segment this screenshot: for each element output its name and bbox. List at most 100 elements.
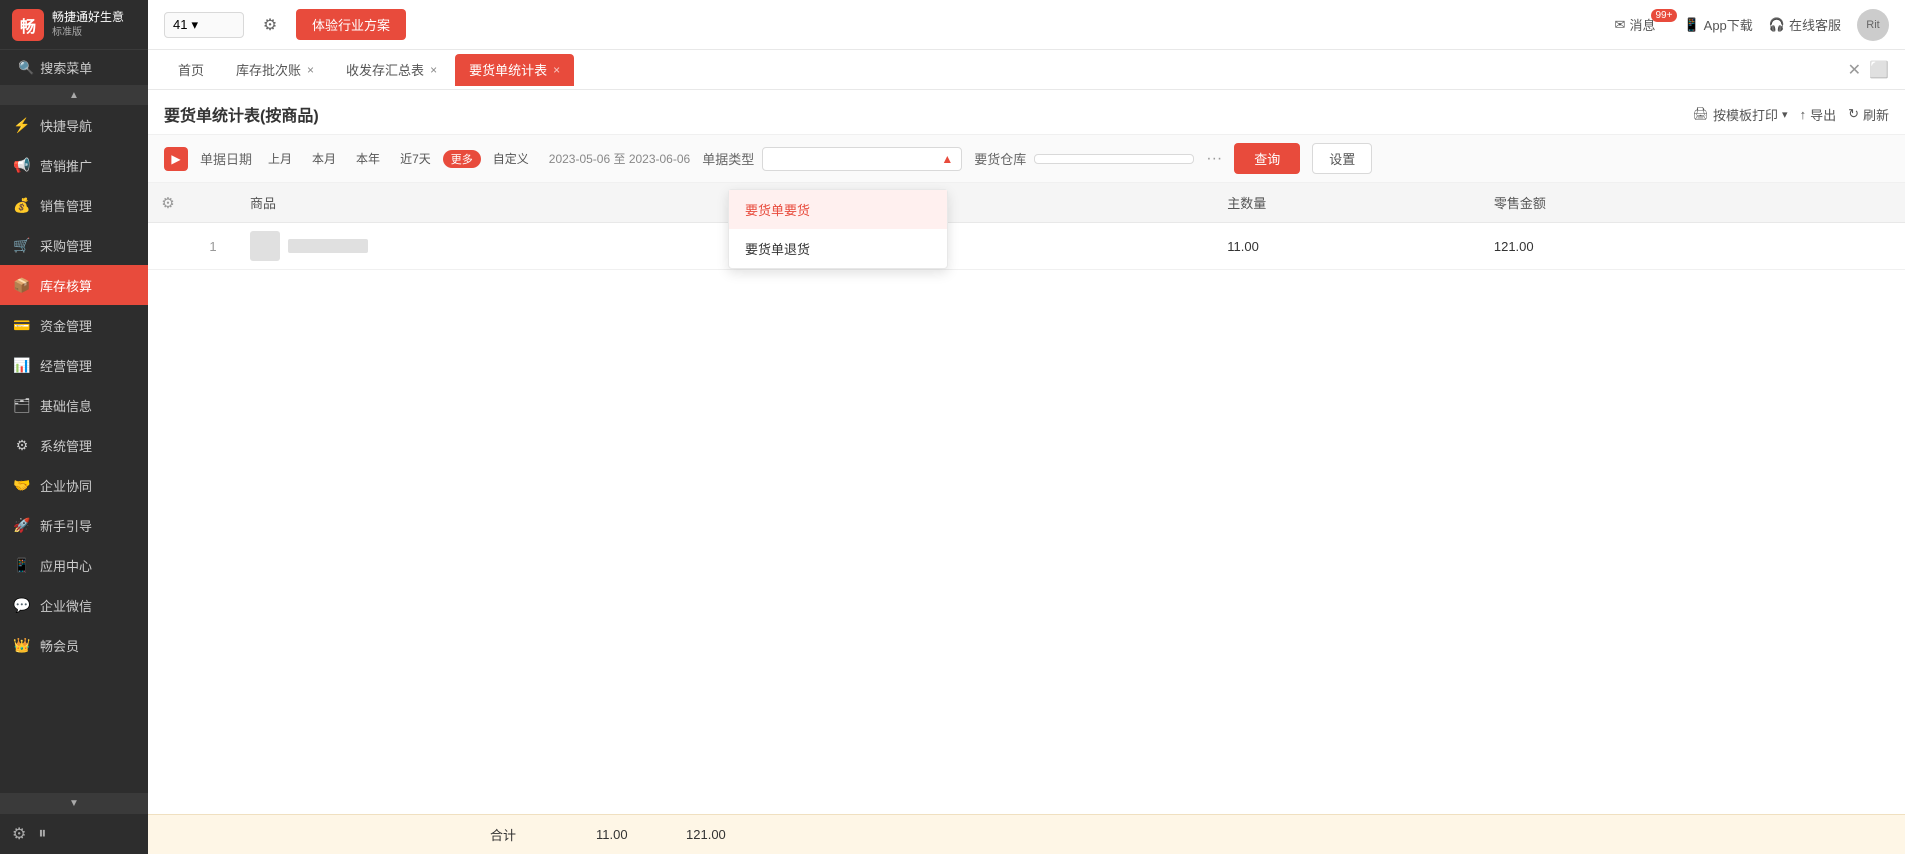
settings-btn[interactable]: 设置 [1312, 143, 1372, 174]
date-range-display: 2023-05-06 至 2023-06-06 [549, 150, 690, 167]
sidebar-item-sales[interactable]: 💰 销售管理 [0, 185, 148, 225]
collapse-icon[interactable]: ⏸ [38, 825, 46, 843]
tab-stock-batch[interactable]: 库存批次账 × [222, 54, 328, 86]
sidebar-item-enterprise[interactable]: 🤝 企业协同 [0, 465, 148, 505]
system-label: 系统管理 [40, 436, 92, 455]
table-col-settings[interactable]: ⚙ [148, 183, 188, 223]
industry-btn[interactable]: 体验行业方案 [296, 9, 406, 40]
marketing-icon: 📢 [12, 155, 32, 175]
type-filter-label: 单据类型 [702, 149, 754, 168]
total-label: 合计 [490, 825, 516, 844]
table-col-quantity: 主数量 [1215, 183, 1482, 223]
print-expand-icon[interactable]: ▾ [1782, 108, 1788, 121]
purchase-label: 采购管理 [40, 236, 92, 255]
app-download-label: App下载 [1704, 15, 1753, 34]
app-center-icon: 📱 [12, 555, 32, 575]
dropdown-item-order-return[interactable]: 要货单退货 [729, 229, 947, 268]
table-header-row: ⚙ 商品 主计量单位 主数量 零售金额 [148, 183, 1905, 223]
settings-footer-icon[interactable]: ⚙ [12, 824, 26, 844]
row-num: 1 [188, 223, 238, 270]
members-icon: 👑 [12, 635, 32, 655]
print-icon: 🖨 [1693, 106, 1710, 122]
basic-icon: 🗂 [12, 395, 32, 415]
sidebar-item-marketing[interactable]: 📢 营销推广 [0, 145, 148, 185]
wecom-label: 企业微信 [40, 596, 92, 615]
query-btn[interactable]: 查询 [1234, 143, 1300, 174]
sidebar-item-finance[interactable]: 💳 资金管理 [0, 305, 148, 345]
row-settings-icon[interactable] [148, 223, 188, 270]
search-menu-item[interactable]: 🔍 搜索菜单 [0, 50, 148, 85]
date-btn-7days[interactable]: 近7天 [392, 148, 439, 169]
table-container: ⚙ 商品 主计量单位 主数量 零售金额 1 [148, 183, 1905, 814]
date-btn-this-month[interactable]: 本月 [304, 148, 344, 169]
chevron-down-icon: ▾ [191, 17, 198, 33]
sidebar-item-operations[interactable]: 📊 经营管理 [0, 345, 148, 385]
date-btn-this-year[interactable]: 本年 [348, 148, 388, 169]
sidebar-item-system[interactable]: ⚙ 系统管理 [0, 425, 148, 465]
app-download-item[interactable]: 📱 App下载 [1683, 15, 1752, 34]
table-footer: 合计 11.00 121.00 [148, 814, 1905, 854]
tab-recv-summary-label: 收发存汇总表 [346, 60, 424, 79]
messages-badge: 99+ [1651, 9, 1678, 22]
refresh-btn[interactable]: ↻ 刷新 [1848, 105, 1889, 124]
warehouse-more-icon[interactable]: ··· [1206, 150, 1222, 168]
export-icon: ↑ [1800, 107, 1807, 122]
online-service-item[interactable]: 🎧 在线客服 [1769, 15, 1841, 34]
company-selector[interactable]: 41 ▾ [164, 12, 244, 38]
tab-home[interactable]: 首页 [164, 54, 218, 86]
phone-icon: 📱 [1683, 17, 1699, 33]
row-extra [1803, 223, 1905, 270]
tab-stock-batch-close[interactable]: × [307, 64, 314, 76]
warehouse-select[interactable] [1034, 154, 1194, 164]
sidebar-item-members[interactable]: 👑 畅会员 [0, 625, 148, 665]
sidebar-scroll-down[interactable]: ▼ [0, 793, 148, 813]
product-thumbnail [250, 231, 280, 261]
headset-icon: 🎧 [1769, 17, 1785, 33]
marketing-label: 营销推广 [40, 156, 92, 175]
total-quantity: 11.00 [596, 827, 676, 842]
dropdown-item-order-purchase[interactable]: 要货单要货 [729, 190, 947, 229]
basic-label: 基础信息 [40, 396, 92, 415]
inventory-label: 库存核算 [40, 276, 92, 295]
sidebar-item-guide[interactable]: 🚀 新手引导 [0, 505, 148, 545]
table-body: 1 块 11.00 121.00 [148, 223, 1905, 270]
sidebar-scroll-up[interactable]: ▲ [0, 85, 148, 105]
filter-expand-btn[interactable]: ▶ [164, 147, 188, 171]
print-label: 按模板打印 [1713, 105, 1778, 124]
tab-recv-summary[interactable]: 收发存汇总表 × [332, 54, 451, 86]
close-all-icon[interactable]: ✕ [1848, 60, 1861, 80]
main-content: 41 ▾ ⚙ 体验行业方案 ✉ 消息 99+ 📱 App下载 🎧 在线客服 Ri… [148, 0, 1905, 854]
avatar[interactable]: Rit [1857, 9, 1889, 41]
export-btn[interactable]: ↑ 导出 [1800, 105, 1837, 124]
tab-recv-summary-close[interactable]: × [430, 64, 437, 76]
wecom-icon: 💬 [12, 595, 32, 615]
sidebar-item-wecom[interactable]: 💬 企业微信 [0, 585, 148, 625]
expand-tabs-icon[interactable]: ⬜ [1869, 60, 1889, 80]
date-btn-last-month[interactable]: 上月 [260, 148, 300, 169]
finance-label: 资金管理 [40, 316, 92, 335]
message-icon: ✉ [1615, 17, 1626, 33]
sidebar-item-app-center[interactable]: 📱 应用中心 [0, 545, 148, 585]
product-name [288, 239, 368, 253]
tab-order-stats[interactable]: 要货单统计表 × [455, 54, 574, 86]
sales-icon: 💰 [12, 195, 32, 215]
sidebar-item-basic[interactable]: 🗂 基础信息 [0, 385, 148, 425]
enterprise-label: 企业协同 [40, 476, 92, 495]
type-select[interactable]: ▲ [762, 147, 962, 171]
logo-sub: 标准版 [52, 26, 124, 39]
page-actions: 🖨 按模板打印 ▾ ↑ 导出 ↻ 刷新 [1693, 105, 1890, 124]
date-btn-custom[interactable]: 自定义 [485, 148, 537, 169]
enterprise-icon: 🤝 [12, 475, 32, 495]
sidebar-item-inventory[interactable]: 📦 库存核算 [0, 265, 148, 305]
sidebar-item-purchase[interactable]: 🛒 采购管理 [0, 225, 148, 265]
messages-item[interactable]: ✉ 消息 99+ [1615, 15, 1668, 34]
purchase-icon: 🛒 [12, 235, 32, 255]
guide-icon: 🚀 [12, 515, 32, 535]
table-col-amount: 零售金额 [1482, 183, 1804, 223]
quick-nav-label: 快捷导航 [40, 116, 92, 135]
settings-gear-icon[interactable]: ⚙ [256, 11, 284, 39]
print-template-btn[interactable]: 🖨 按模板打印 ▾ [1693, 105, 1788, 124]
sidebar-item-quick-nav[interactable]: ⚡ 快捷导航 [0, 105, 148, 145]
tab-order-stats-close[interactable]: × [553, 64, 560, 76]
date-btn-more[interactable]: 更多 [443, 150, 481, 168]
